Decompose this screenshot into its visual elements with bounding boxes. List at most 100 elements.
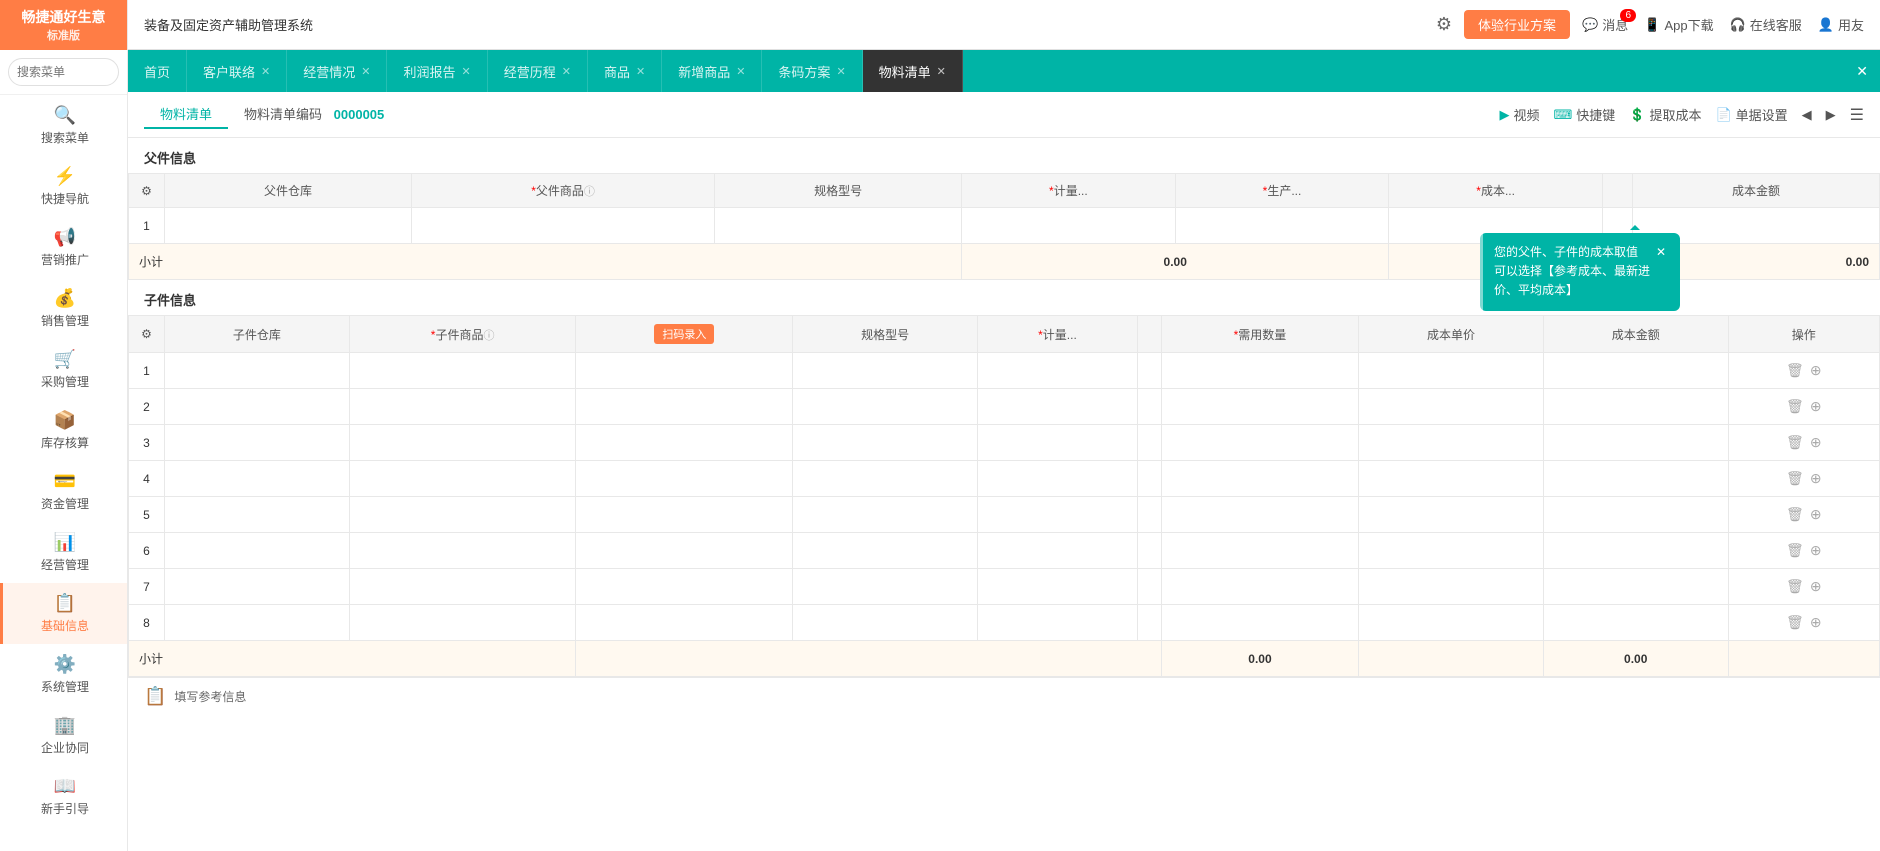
copy-icon-6[interactable]: ⊕ [1810, 542, 1822, 559]
parent-row-produce[interactable] [1175, 208, 1389, 244]
sidebar-item-basic-info[interactable]: 📋基础信息 [0, 583, 127, 644]
child-row-qty-5[interactable] [1161, 497, 1358, 533]
grid-view-btn[interactable]: ☰ [1850, 105, 1864, 125]
child-col-settings[interactable]: ⚙ [129, 316, 165, 353]
sidebar-item-quick-nav[interactable]: ⚡快捷导航 [0, 156, 127, 217]
parent-col-settings[interactable]: ⚙ [129, 174, 165, 208]
settings-action[interactable]: 📄 单据设置 [1715, 105, 1787, 124]
nav-tab-close-barcode[interactable]: ✕ [836, 65, 845, 78]
sidebar-item-inventory[interactable]: 📦库存核算 [0, 400, 127, 461]
nav-tab-goods[interactable]: 商品✕ [588, 50, 662, 92]
delete-icon-2[interactable]: 🗑 [1786, 398, 1804, 415]
cost-action[interactable]: 💲 提取成本 [1629, 105, 1701, 124]
online-service-btn[interactable]: 🎧 在线客服 [1730, 15, 1802, 34]
child-row-warehouse-8[interactable] [165, 605, 350, 641]
child-row-warehouse-6[interactable] [165, 533, 350, 569]
sidebar-item-finance[interactable]: 💳资金管理 [0, 461, 127, 522]
video-action[interactable]: ▶ 视频 [1499, 105, 1539, 124]
sidebar-item-search[interactable]: 🔍搜索菜单 [0, 95, 127, 156]
parent-row-unit[interactable] [962, 208, 1176, 244]
child-row-spec-1[interactable] [793, 353, 978, 389]
parent-row-goods[interactable] [412, 208, 715, 244]
scan-input-button[interactable]: 扫码录入 [654, 324, 714, 344]
child-row-qty-4[interactable] [1161, 461, 1358, 497]
delete-icon-8[interactable]: 🗑 [1786, 614, 1804, 631]
child-row-goods-3[interactable] [349, 425, 576, 461]
copy-icon-3[interactable]: ⊕ [1810, 434, 1822, 451]
nav-tab-close-goods[interactable]: ✕ [636, 65, 645, 78]
copy-icon-1[interactable]: ⊕ [1810, 362, 1822, 379]
child-row-warehouse-3[interactable] [165, 425, 350, 461]
child-row-qty-7[interactable] [1161, 569, 1358, 605]
sub-tab-bom[interactable]: 物料清单 [144, 100, 228, 129]
child-row-goods-6[interactable] [349, 533, 576, 569]
delete-icon-6[interactable]: 🗑 [1786, 542, 1804, 559]
sidebar-item-sales[interactable]: 💰销售管理 [0, 278, 127, 339]
delete-icon-1[interactable]: 🗑 [1786, 362, 1804, 379]
child-row-unit-3[interactable] [978, 425, 1138, 461]
copy-icon-8[interactable]: ⊕ [1810, 614, 1822, 631]
nav-next-btn[interactable]: ▶ [1826, 107, 1836, 123]
nav-tab-operation[interactable]: 经营情况✕ [287, 50, 387, 92]
nav-tab-close-bom[interactable]: ✕ [937, 65, 946, 78]
trial-button[interactable]: 体验行业方案 [1464, 10, 1570, 39]
nav-tab-close-new-goods[interactable]: ✕ [736, 65, 745, 78]
parent-row-spec[interactable] [715, 208, 962, 244]
nav-tab-close-history[interactable]: ✕ [562, 65, 571, 78]
sidebar-item-enterprise[interactable]: 🏢企业协同 [0, 705, 127, 766]
child-row-spec-8[interactable] [793, 605, 978, 641]
nav-tab-new-goods[interactable]: 新增商品✕ [662, 50, 762, 92]
child-row-goods-5[interactable] [349, 497, 576, 533]
sidebar-item-purchase[interactable]: 🛒采购管理 [0, 339, 127, 400]
delete-icon-7[interactable]: 🗑 [1786, 578, 1804, 595]
nav-tab-bom[interactable]: 物料清单✕ [863, 50, 963, 92]
child-row-warehouse-1[interactable] [165, 353, 350, 389]
nav-tab-close-profit[interactable]: ✕ [462, 65, 471, 78]
child-row-goods-2[interactable] [349, 389, 576, 425]
child-row-unit-4[interactable] [978, 461, 1138, 497]
child-row-qty-6[interactable] [1161, 533, 1358, 569]
parent-row-warehouse[interactable] [165, 208, 412, 244]
child-row-warehouse-7[interactable] [165, 569, 350, 605]
user-btn[interactable]: 👤 用友 [1818, 15, 1864, 34]
nav-prev-btn[interactable]: ◀ [1802, 107, 1812, 123]
copy-icon-2[interactable]: ⊕ [1810, 398, 1822, 415]
child-row-unit-1[interactable] [978, 353, 1138, 389]
child-row-spec-6[interactable] [793, 533, 978, 569]
delete-icon-4[interactable]: 🗑 [1786, 470, 1804, 487]
child-row-qty-1[interactable] [1161, 353, 1358, 389]
messages-btn[interactable]: 💬 6 消息 [1582, 15, 1628, 34]
tooltip-close-btn[interactable]: ✕ [1656, 243, 1666, 262]
nav-tab-customer[interactable]: 客户联络✕ [187, 50, 287, 92]
sidebar-item-guide[interactable]: 📖新手引导 [0, 766, 127, 827]
sidebar-item-system[interactable]: ⚙️系统管理 [0, 644, 127, 705]
child-row-unit-2[interactable] [978, 389, 1138, 425]
close-all-tabs-btn[interactable]: ✕ [1844, 63, 1880, 80]
delete-icon-5[interactable]: 🗑 [1786, 506, 1804, 523]
child-row-spec-2[interactable] [793, 389, 978, 425]
nav-tab-home[interactable]: 首页 [128, 50, 187, 92]
child-row-qty-3[interactable] [1161, 425, 1358, 461]
child-row-goods-8[interactable] [349, 605, 576, 641]
sidebar-item-operation-mgmt[interactable]: 📊经营管理 [0, 522, 127, 583]
copy-icon-7[interactable]: ⊕ [1810, 578, 1822, 595]
child-row-goods-1[interactable] [349, 353, 576, 389]
child-row-unit-7[interactable] [978, 569, 1138, 605]
app-download-btn[interactable]: 📱 App下载 [1644, 15, 1713, 34]
sidebar-item-marketing[interactable]: 📢营销推广 [0, 217, 127, 278]
child-row-spec-3[interactable] [793, 425, 978, 461]
child-row-unit-5[interactable] [978, 497, 1138, 533]
nav-tab-close-operation[interactable]: ✕ [361, 65, 370, 78]
child-row-qty-8[interactable] [1161, 605, 1358, 641]
copy-icon-5[interactable]: ⊕ [1810, 506, 1822, 523]
child-row-spec-7[interactable] [793, 569, 978, 605]
nav-tab-close-customer[interactable]: ✕ [261, 65, 270, 78]
child-row-unit-6[interactable] [978, 533, 1138, 569]
child-row-goods-7[interactable] [349, 569, 576, 605]
child-row-spec-4[interactable] [793, 461, 978, 497]
nav-tab-barcode[interactable]: 条码方案✕ [762, 50, 862, 92]
child-row-warehouse-4[interactable] [165, 461, 350, 497]
nav-tab-history[interactable]: 经营历程✕ [488, 50, 588, 92]
child-row-unit-8[interactable] [978, 605, 1138, 641]
nav-tab-profit[interactable]: 利润报告✕ [387, 50, 487, 92]
